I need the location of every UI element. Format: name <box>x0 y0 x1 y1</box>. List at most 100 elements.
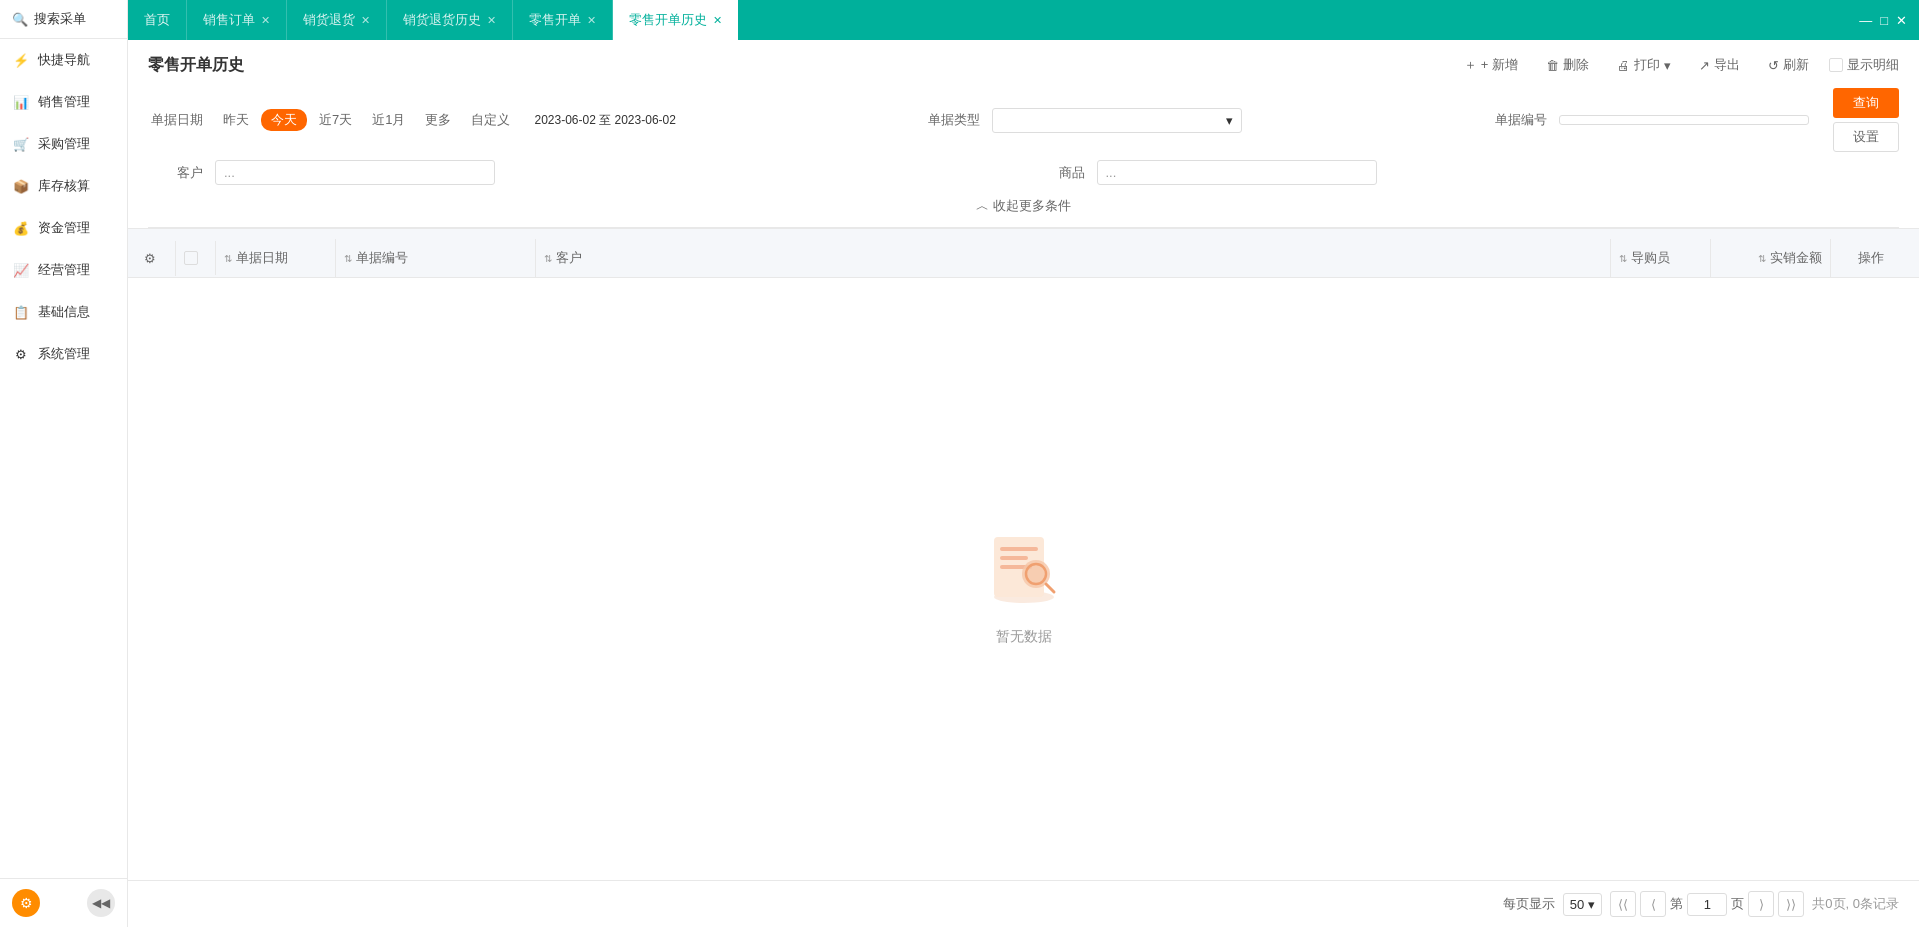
sidebar-item-basic-info[interactable]: 📋 基础信息 <box>0 291 127 333</box>
sidebar-item-sales-mgmt[interactable]: 📊 销售管理 <box>0 81 127 123</box>
settings-filter-button[interactable]: 设置 <box>1833 122 1899 152</box>
tab-sales-order-close[interactable]: ✕ <box>261 14 270 27</box>
sidebar-item-label: 系统管理 <box>38 345 90 363</box>
th-gear[interactable]: ⚙ <box>136 241 176 276</box>
print-label: 打印 <box>1634 56 1660 74</box>
th-guide-sort-icon[interactable]: ⇅ <box>1619 253 1627 264</box>
tab-sales-return-label: 销货退货 <box>303 11 355 29</box>
print-chevron: ▾ <box>1664 58 1671 73</box>
settings-button[interactable]: ⚙ <box>12 889 40 917</box>
sidebar-item-quick-nav[interactable]: ⚡ 快捷导航 <box>0 39 127 81</box>
select-all-checkbox[interactable] <box>184 251 198 265</box>
sidebar-item-purchase-mgmt[interactable]: 🛒 采购管理 <box>0 123 127 165</box>
svg-rect-2 <box>1000 547 1038 551</box>
date-opt-last7[interactable]: 近7天 <box>311 109 360 131</box>
svg-line-7 <box>1046 584 1054 592</box>
tab-retail-open[interactable]: 零售开单 ✕ <box>513 0 613 40</box>
tab-retail-open-label: 零售开单 <box>529 11 581 29</box>
page-prev-button[interactable]: ⟨ <box>1640 891 1666 917</box>
sidebar-item-inventory[interactable]: 📦 库存核算 <box>0 165 127 207</box>
date-opt-more[interactable]: 更多 <box>417 109 459 131</box>
pagination: 每页显示 50 ▾ ⟨⟨ ⟨ 第 页 ⟩ ⟩⟩ 共0页, 0条记录 <box>128 880 1919 927</box>
tab-sales-order[interactable]: 销售订单 ✕ <box>187 0 287 40</box>
tab-sales-return[interactable]: 销货退货 ✕ <box>287 0 387 40</box>
tab-retail-open-history[interactable]: 零售开单历史 ✕ <box>613 0 738 40</box>
search-icon: 🔍 <box>12 12 28 27</box>
goods-input[interactable]: ... <box>1097 160 1377 185</box>
page-first-button[interactable]: ⟨⟨ <box>1610 891 1636 917</box>
sidebar: 🔍 搜索采单 ⚡ 快捷导航 📊 销售管理 🛒 采购管理 📦 库存核算 💰 资金管… <box>0 0 128 927</box>
sidebar-item-operations[interactable]: 📈 经营管理 <box>0 249 127 291</box>
th-guide-label: 导购员 <box>1631 249 1670 267</box>
tab-sales-return-close[interactable]: ✕ <box>361 14 370 27</box>
per-page-label: 每页显示 <box>1503 895 1555 913</box>
add-icon: ＋ <box>1464 56 1477 74</box>
page-content: 零售开单历史 ＋ + 新增 🗑 删除 🖨 打印 ▾ <box>128 40 1919 927</box>
sidebar-item-system[interactable]: ⚙ 系统管理 <box>0 333 127 375</box>
finance-icon: 💰 <box>12 219 30 237</box>
tab-home-label: 首页 <box>144 11 170 29</box>
delete-button[interactable]: 🗑 删除 <box>1538 52 1597 78</box>
export-button[interactable]: ↗ 导出 <box>1691 52 1748 78</box>
table-header: ⚙ ⇅ 单据日期 ⇅ 单据编号 ⇅ 客户 ⇅ 导购员 <box>128 239 1919 278</box>
date-opt-today[interactable]: 今天 <box>261 109 307 131</box>
th-no-sort-icon[interactable]: ⇅ <box>344 253 352 264</box>
th-amount-sort-icon[interactable]: ⇅ <box>1758 253 1766 264</box>
th-check[interactable] <box>176 241 216 275</box>
add-label: + 新增 <box>1481 56 1518 74</box>
customer-input[interactable]: ... <box>215 160 495 185</box>
tab-home[interactable]: 首页 <box>128 0 187 40</box>
sidebar-item-finance[interactable]: 💰 资金管理 <box>0 207 127 249</box>
toolbar: ＋ + 新增 🗑 删除 🖨 打印 ▾ ↗ 导出 <box>1456 52 1899 78</box>
add-button[interactable]: ＋ + 新增 <box>1456 52 1526 78</box>
th-sort-icon[interactable]: ⇅ <box>224 253 232 264</box>
tab-sales-return-history-close[interactable]: ✕ <box>487 14 496 27</box>
page-nav: ⟨⟨ ⟨ 第 页 ⟩ ⟩⟩ <box>1610 891 1804 917</box>
per-page-select[interactable]: 50 ▾ <box>1563 893 1602 916</box>
tab-retail-open-history-close[interactable]: ✕ <box>713 14 722 27</box>
th-customer-label: 客户 <box>556 249 582 267</box>
show-detail-checkbox[interactable]: 显示明细 <box>1829 56 1899 74</box>
th-customer-sort-icon[interactable]: ⇅ <box>544 253 552 264</box>
tab-retail-open-close[interactable]: ✕ <box>587 14 596 27</box>
doc-type-select[interactable]: ▾ <box>992 108 1242 133</box>
close-all-tabs[interactable]: — □ ✕ <box>1847 13 1919 28</box>
sidebar-nav: ⚡ 快捷导航 📊 销售管理 🛒 采购管理 📦 库存核算 💰 资金管理 📈 经营管… <box>0 39 127 878</box>
per-page-value: 50 <box>1570 897 1584 912</box>
date-opt-custom[interactable]: 自定义 <box>463 109 518 131</box>
doc-no-input[interactable] <box>1559 115 1809 125</box>
customer-dots: ... <box>224 165 235 180</box>
print-button[interactable]: 🖨 打印 ▾ <box>1609 52 1679 78</box>
date-opt-last1m[interactable]: 近1月 <box>364 109 413 131</box>
collapse-more-button[interactable]: ︿ 收起更多条件 <box>148 193 1899 219</box>
th-no-label: 单据编号 <box>356 249 408 267</box>
th-guide: ⇅ 导购员 <box>1611 239 1711 277</box>
tab-bar: 首页 销售订单 ✕ 销货退货 ✕ 销货退货历史 ✕ 零售开单 ✕ 零售开单历史 … <box>128 0 1919 40</box>
maximize-icon: □ <box>1880 13 1888 28</box>
page-label: 第 <box>1670 895 1683 913</box>
filter-row-1: 单据日期 昨天 今天 近7天 近1月 更多 自定义 2023-06-02 至 2… <box>148 88 1899 152</box>
minimize-icon: — <box>1859 13 1872 28</box>
svg-rect-3 <box>1000 556 1028 560</box>
th-action-label: 操作 <box>1858 249 1884 267</box>
sidebar-search-label: 搜索采单 <box>34 10 86 28</box>
tab-sales-return-history-label: 销货退货历史 <box>403 11 481 29</box>
collapse-sidebar-button[interactable]: ◀◀ <box>87 889 115 917</box>
table-area: ⚙ ⇅ 单据日期 ⇅ 单据编号 ⇅ 客户 ⇅ 导购员 <box>128 239 1919 880</box>
date-opt-yesterday[interactable]: 昨天 <box>215 109 257 131</box>
customer-label: 客户 <box>148 164 203 182</box>
print-icon: 🖨 <box>1617 58 1630 73</box>
page-next-button[interactable]: ⟩ <box>1748 891 1774 917</box>
query-button[interactable]: 查询 <box>1833 88 1899 118</box>
checkbox-icon <box>1829 58 1843 72</box>
th-no: ⇅ 单据编号 <box>336 239 536 277</box>
refresh-button[interactable]: ↺ 刷新 <box>1760 52 1817 78</box>
sidebar-item-label: 销售管理 <box>38 93 90 111</box>
page-number-input[interactable] <box>1687 893 1727 916</box>
sidebar-search[interactable]: 🔍 搜索采单 <box>0 0 127 39</box>
filter-area: 单据日期 昨天 今天 近7天 近1月 更多 自定义 2023-06-02 至 2… <box>148 88 1899 228</box>
per-page-chevron: ▾ <box>1588 897 1595 912</box>
date-label: 单据日期 <box>148 111 203 129</box>
page-last-button[interactable]: ⟩⟩ <box>1778 891 1804 917</box>
tab-sales-return-history[interactable]: 销货退货历史 ✕ <box>387 0 513 40</box>
